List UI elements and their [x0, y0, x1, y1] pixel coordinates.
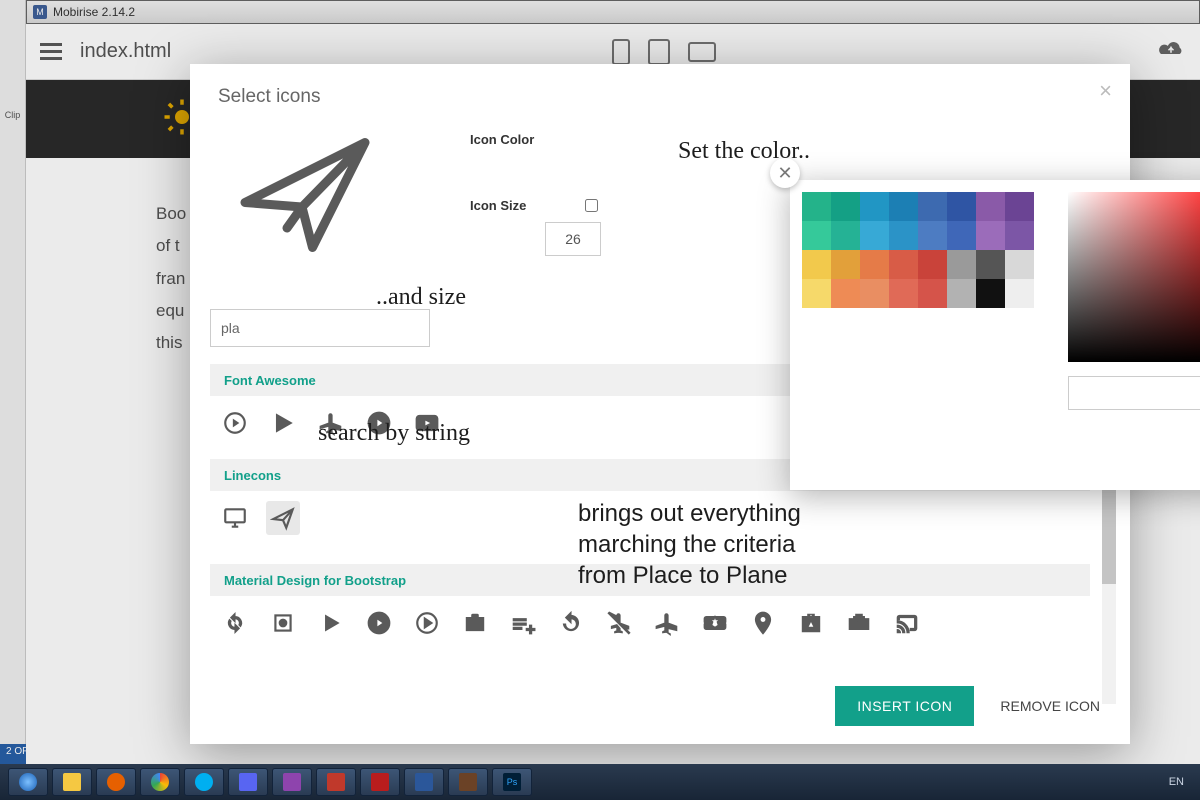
color-swatch[interactable] — [831, 279, 860, 308]
color-swatch[interactable] — [918, 221, 947, 250]
color-swatch[interactable] — [860, 279, 889, 308]
modal-title: Select icons — [218, 86, 1102, 108]
display-icon[interactable] — [218, 501, 252, 535]
play-circle-o-icon[interactable] — [218, 406, 252, 440]
color-swatch[interactable] — [831, 250, 860, 279]
color-gradient-area: ✕ — [1068, 192, 1200, 362]
icon-size-checkbox[interactable] — [585, 199, 598, 212]
taskbar-filezilla[interactable] — [360, 768, 400, 796]
cast-icon[interactable] — [890, 606, 924, 640]
play-circle-icon[interactable] — [362, 406, 396, 440]
color-swatch[interactable] — [802, 221, 831, 250]
color-hex-input[interactable] — [1068, 376, 1200, 410]
place-icon[interactable] — [746, 606, 780, 640]
shop-icon[interactable] — [794, 606, 828, 640]
icon-section-material: Material Design for Bootstrap — [210, 564, 1090, 650]
color-swatch[interactable] — [947, 279, 976, 308]
airplanemode-on-icon[interactable] — [650, 606, 684, 640]
color-swatch[interactable] — [976, 192, 1005, 221]
taskbar-firefox[interactable] — [96, 768, 136, 796]
autorenew-icon[interactable] — [218, 606, 252, 640]
color-swatch[interactable] — [889, 192, 918, 221]
color-swatch[interactable] — [860, 250, 889, 279]
taskbar-app[interactable] — [272, 768, 312, 796]
color-swatch[interactable] — [947, 250, 976, 279]
color-swatch[interactable] — [889, 250, 918, 279]
play-arrow-icon[interactable] — [314, 606, 348, 640]
color-swatch[interactable] — [976, 279, 1005, 308]
color-swatch[interactable] — [1005, 221, 1034, 250]
section-header[interactable]: Material Design for Bootstrap — [210, 564, 1090, 596]
play-circle-filled-icon[interactable] — [362, 606, 396, 640]
color-swatch[interactable] — [831, 192, 860, 221]
color-swatch[interactable] — [1005, 250, 1034, 279]
taskbar-mobirise[interactable] — [316, 768, 356, 796]
color-swatch[interactable] — [976, 221, 1005, 250]
youtube-play-icon[interactable] — [410, 406, 444, 440]
modal-close-button[interactable]: × — [1099, 78, 1112, 104]
color-swatch[interactable] — [918, 279, 947, 308]
color-swatch[interactable] — [976, 250, 1005, 279]
taskbar-app[interactable] — [448, 768, 488, 796]
paper-plane-icon[interactable] — [266, 501, 300, 535]
color-swatch[interactable] — [918, 250, 947, 279]
taskbar-photoshop[interactable]: Ps — [492, 768, 532, 796]
play-icon[interactable] — [266, 406, 300, 440]
replay-icon[interactable] — [554, 606, 588, 640]
color-swatch[interactable] — [831, 221, 860, 250]
system-tray-lang[interactable]: EN — [1169, 776, 1192, 788]
color-swatch[interactable] — [1005, 279, 1034, 308]
insert-icon-button[interactable]: INSERT ICON — [835, 686, 974, 726]
windows-taskbar[interactable]: Ps EN — [0, 764, 1200, 800]
color-swatch[interactable] — [802, 192, 831, 221]
local-play-icon[interactable] — [698, 606, 732, 640]
color-swatch[interactable] — [802, 279, 831, 308]
playlist-add-icon[interactable] — [506, 606, 540, 640]
color-swatch[interactable] — [802, 250, 831, 279]
color-picker-close-button[interactable]: ✕ — [770, 158, 800, 188]
color-saturation-field[interactable] — [1068, 192, 1200, 362]
color-swatch[interactable] — [947, 192, 976, 221]
icon-search-input[interactable] — [210, 309, 430, 347]
color-swatch[interactable] — [889, 279, 918, 308]
icon-color-label: Icon Color — [470, 132, 534, 147]
taskbar-skype[interactable] — [184, 768, 224, 796]
taskbar-chrome[interactable] — [140, 768, 180, 796]
color-swatch[interactable] — [947, 221, 976, 250]
taskbar-app[interactable] — [228, 768, 268, 796]
color-swatch[interactable] — [860, 221, 889, 250]
work-icon[interactable] — [458, 606, 492, 640]
color-swatch[interactable] — [1005, 192, 1034, 221]
taskbar-word[interactable] — [404, 768, 444, 796]
icon-preview — [230, 120, 380, 275]
start-button[interactable] — [8, 768, 48, 796]
brightness-icon[interactable] — [266, 606, 300, 640]
play-circle-outline-icon[interactable] — [410, 606, 444, 640]
color-swatch[interactable] — [860, 192, 889, 221]
select-icons-modal: Select icons × Icon Color Icon Size Font… — [190, 64, 1130, 744]
taskbar-explorer[interactable] — [52, 768, 92, 796]
color-picker-popover: ✕ Less < ✕ — [790, 180, 1200, 490]
plane-icon[interactable] — [314, 406, 348, 440]
color-swatch[interactable] — [918, 192, 947, 221]
remove-icon-button[interactable]: REMOVE ICON — [1000, 698, 1100, 714]
color-swatch[interactable] — [889, 221, 918, 250]
airplanemode-off-icon[interactable] — [602, 606, 636, 640]
shop-two-icon[interactable] — [842, 606, 876, 640]
icon-size-label: Icon Size — [470, 198, 526, 213]
icon-size-input[interactable] — [545, 222, 601, 256]
